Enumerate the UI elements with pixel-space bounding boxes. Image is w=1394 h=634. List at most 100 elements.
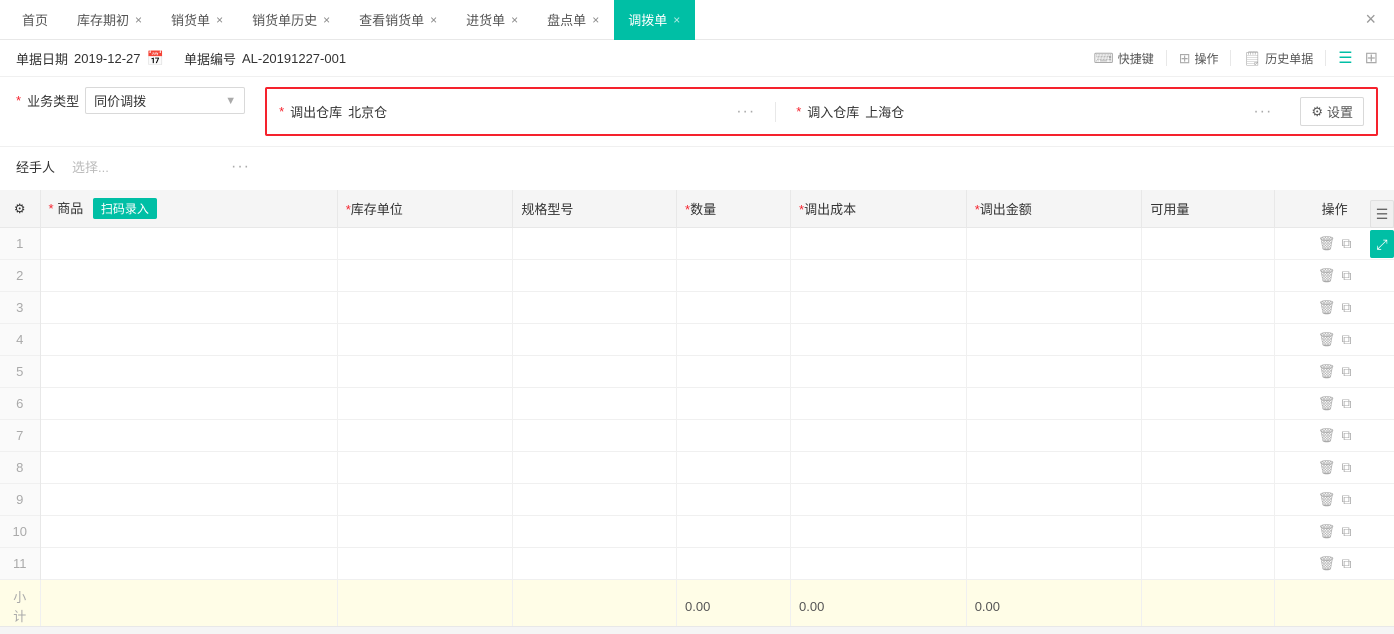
cell-qty[interactable] bbox=[677, 516, 791, 548]
delete-icon[interactable]: 🗑 bbox=[1318, 235, 1336, 252]
cell-qty[interactable] bbox=[677, 356, 791, 388]
delete-icon[interactable]: 🗑 bbox=[1318, 459, 1336, 476]
delete-icon[interactable]: 🗑 bbox=[1318, 331, 1336, 348]
cell-product[interactable] bbox=[40, 548, 337, 580]
settings-button[interactable]: ⚙ 设置 bbox=[1300, 97, 1364, 126]
cell-available[interactable] bbox=[1142, 516, 1275, 548]
history-btn[interactable]: 🗒 历史单据 bbox=[1243, 50, 1313, 67]
cell-spec[interactable] bbox=[513, 548, 677, 580]
cell-available[interactable] bbox=[1142, 260, 1275, 292]
cell-cost[interactable] bbox=[791, 484, 967, 516]
cell-product[interactable] bbox=[40, 324, 337, 356]
cell-amount[interactable] bbox=[966, 484, 1142, 516]
warehouse-in-more[interactable]: ··· bbox=[1253, 103, 1272, 121]
copy-icon[interactable]: ⧉ bbox=[1341, 299, 1351, 316]
cell-qty[interactable] bbox=[677, 452, 791, 484]
cell-unit[interactable] bbox=[337, 548, 513, 580]
cell-available[interactable] bbox=[1142, 452, 1275, 484]
business-type-select[interactable]: 同价调拨 ▼ bbox=[85, 87, 245, 114]
scrollbar[interactable] bbox=[0, 626, 1394, 634]
cell-product[interactable] bbox=[40, 484, 337, 516]
delete-icon[interactable]: 🗑 bbox=[1318, 491, 1336, 508]
cell-qty[interactable] bbox=[677, 548, 791, 580]
cell-unit[interactable] bbox=[337, 356, 513, 388]
cell-unit[interactable] bbox=[337, 452, 513, 484]
cell-available[interactable] bbox=[1142, 388, 1275, 420]
cell-product[interactable] bbox=[40, 516, 337, 548]
copy-icon[interactable]: ⧉ bbox=[1341, 235, 1351, 252]
cell-amount[interactable] bbox=[966, 548, 1142, 580]
cell-amount[interactable] bbox=[966, 356, 1142, 388]
cell-qty[interactable] bbox=[677, 292, 791, 324]
person-select[interactable]: 选择... bbox=[63, 153, 223, 180]
cell-spec[interactable] bbox=[513, 356, 677, 388]
cell-cost[interactable] bbox=[791, 516, 967, 548]
cell-available[interactable] bbox=[1142, 356, 1275, 388]
cell-available[interactable] bbox=[1142, 292, 1275, 324]
cell-product[interactable] bbox=[40, 228, 337, 260]
tab-close-purchase[interactable]: × bbox=[511, 13, 518, 27]
cell-cost[interactable] bbox=[791, 356, 967, 388]
tab-close-sales[interactable]: × bbox=[216, 13, 223, 27]
shortcut-btn[interactable]: ⌨ 快捷键 bbox=[1093, 50, 1153, 67]
cell-qty[interactable] bbox=[677, 228, 791, 260]
cell-cost[interactable] bbox=[791, 228, 967, 260]
cell-available[interactable] bbox=[1142, 420, 1275, 452]
cell-spec[interactable] bbox=[513, 228, 677, 260]
cell-product[interactable] bbox=[40, 420, 337, 452]
cell-unit[interactable] bbox=[337, 324, 513, 356]
tab-close-transfer[interactable]: × bbox=[673, 13, 680, 27]
cell-cost[interactable] bbox=[791, 548, 967, 580]
cell-unit[interactable] bbox=[337, 516, 513, 548]
tab-stocktake[interactable]: 盘点单 × bbox=[533, 0, 614, 40]
cell-spec[interactable] bbox=[513, 484, 677, 516]
cell-qty[interactable] bbox=[677, 420, 791, 452]
scan-button[interactable]: 扫码录入 bbox=[93, 198, 157, 219]
delete-icon[interactable]: 🗑 bbox=[1318, 555, 1336, 572]
col-settings[interactable]: ⚙ bbox=[0, 190, 40, 228]
global-close-button[interactable]: × bbox=[1355, 9, 1386, 30]
cell-unit[interactable] bbox=[337, 388, 513, 420]
warehouse-out-more[interactable]: ··· bbox=[736, 103, 755, 121]
cell-spec[interactable] bbox=[513, 516, 677, 548]
cell-unit[interactable] bbox=[337, 228, 513, 260]
cell-cost[interactable] bbox=[791, 260, 967, 292]
delete-icon[interactable]: 🗑 bbox=[1318, 299, 1336, 316]
delete-icon[interactable]: 🗑 bbox=[1318, 427, 1336, 444]
cell-spec[interactable] bbox=[513, 452, 677, 484]
person-more[interactable]: ··· bbox=[231, 158, 250, 176]
cell-qty[interactable] bbox=[677, 324, 791, 356]
cell-spec[interactable] bbox=[513, 420, 677, 452]
cell-unit[interactable] bbox=[337, 292, 513, 324]
copy-icon[interactable]: ⧉ bbox=[1341, 555, 1351, 572]
cell-unit[interactable] bbox=[337, 420, 513, 452]
delete-icon[interactable]: 🗑 bbox=[1318, 523, 1336, 540]
tab-home[interactable]: 首页 bbox=[8, 0, 63, 40]
cell-cost[interactable] bbox=[791, 388, 967, 420]
cell-amount[interactable] bbox=[966, 260, 1142, 292]
tab-purchase[interactable]: 进货单 × bbox=[452, 0, 533, 40]
grid-toggle-grid[interactable]: ⊞ bbox=[1365, 48, 1378, 68]
operation-btn[interactable]: ⊞ 操作 bbox=[1179, 50, 1219, 67]
cell-amount[interactable] bbox=[966, 420, 1142, 452]
tab-sales-history[interactable]: 销货单历史 × bbox=[238, 0, 345, 40]
cell-amount[interactable] bbox=[966, 516, 1142, 548]
delete-icon[interactable]: 🗑 bbox=[1318, 395, 1336, 412]
copy-icon[interactable]: ⧉ bbox=[1341, 267, 1351, 284]
calendar-icon[interactable]: 📅 bbox=[147, 50, 164, 67]
cell-amount[interactable] bbox=[966, 388, 1142, 420]
right-btn-expand[interactable]: ⤢ bbox=[1370, 230, 1394, 258]
cell-product[interactable] bbox=[40, 452, 337, 484]
cell-product[interactable] bbox=[40, 388, 337, 420]
cell-qty[interactable] bbox=[677, 388, 791, 420]
cell-qty[interactable] bbox=[677, 484, 791, 516]
tab-view-sales[interactable]: 查看销货单 × bbox=[345, 0, 452, 40]
copy-icon[interactable]: ⧉ bbox=[1341, 491, 1351, 508]
cell-amount[interactable] bbox=[966, 292, 1142, 324]
grid-toggle-list[interactable]: ☰ bbox=[1338, 48, 1352, 68]
cell-spec[interactable] bbox=[513, 260, 677, 292]
cell-amount[interactable] bbox=[966, 452, 1142, 484]
tab-transfer[interactable]: 调拨单 × bbox=[614, 0, 695, 40]
cell-spec[interactable] bbox=[513, 324, 677, 356]
cell-amount[interactable] bbox=[966, 228, 1142, 260]
